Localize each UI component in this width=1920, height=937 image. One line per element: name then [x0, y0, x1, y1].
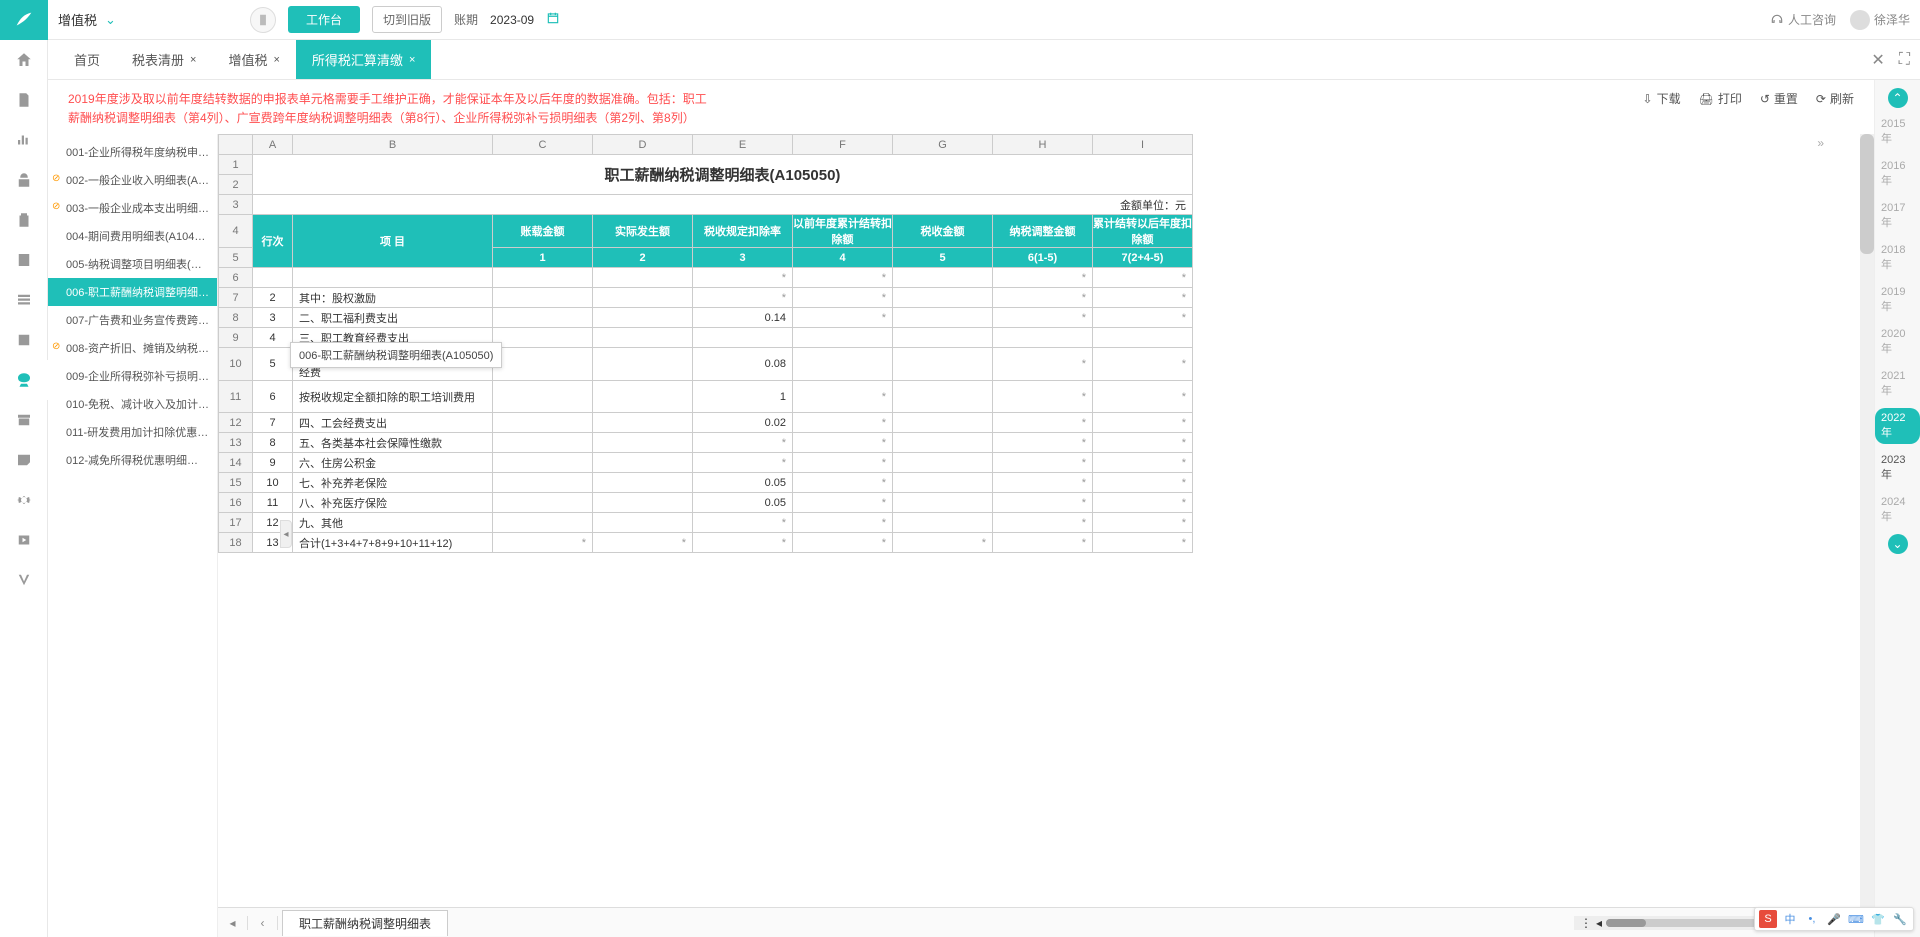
- period-label: 账期: [454, 11, 478, 28]
- nav-clipboard-icon[interactable]: [0, 200, 48, 240]
- tab-close-icon[interactable]: ×: [190, 54, 196, 66]
- tab-0[interactable]: 首页: [58, 40, 116, 79]
- form-list-item[interactable]: ⊘002-一般企业收入明细表(A…: [48, 166, 217, 194]
- form-list-item[interactable]: 005-纳税调整项目明细表(A1…: [48, 250, 217, 278]
- tab-1[interactable]: 税表清册×: [116, 40, 212, 79]
- ime-punct-icon[interactable]: •,: [1803, 910, 1821, 928]
- calendar-icon[interactable]: [546, 11, 560, 28]
- nav-settings-icon[interactable]: [0, 480, 48, 520]
- ime-keyboard-icon[interactable]: ⌨: [1847, 910, 1865, 928]
- nav-chart-icon[interactable]: [0, 120, 48, 160]
- nav-money-icon[interactable]: [0, 160, 48, 200]
- year-item[interactable]: 2015年: [1875, 114, 1920, 150]
- year-rail: ⌃ 2015年 2016年 2017年 2018年 2019年 2020年 2021年 202…: [1874, 80, 1920, 937]
- reset-button[interactable]: ↺ 重置: [1760, 90, 1798, 107]
- warn-icon: ⊘: [52, 173, 60, 184]
- notice-text: 2019年度涉及取以前年度结转数据的申报表单元格需要手工维护正确，才能保证本年及…: [68, 90, 708, 128]
- year-down-icon[interactable]: ⌄: [1888, 534, 1908, 554]
- year-item[interactable]: 2018年: [1875, 240, 1920, 276]
- download-button[interactable]: ⇩ 下载: [1643, 90, 1681, 107]
- year-item[interactable]: 2016年: [1875, 156, 1920, 192]
- tab-expand-icon[interactable]: ⛶: [1899, 51, 1910, 69]
- tooltip: 006-职工薪酬纳税调整明细表(A105050): [290, 342, 502, 368]
- year-item[interactable]: 2021年: [1875, 366, 1920, 402]
- form-list-item[interactable]: 009-企业所得税弥补亏损明…: [48, 362, 217, 390]
- ime-brand-icon[interactable]: S: [1759, 910, 1777, 928]
- sheet-tab[interactable]: 职工薪酬纳税调整明细表: [282, 910, 448, 936]
- nav-home-icon[interactable]: [0, 40, 48, 80]
- form-list-item[interactable]: 007-广告费和业务宣传费跨…: [48, 306, 217, 334]
- spreadsheet[interactable]: ABCDEFGHI1职工薪酬纳税调整明细表(A105050)23金额单位：元4行…: [218, 134, 1874, 907]
- workbench-button[interactable]: 工作台: [288, 6, 360, 33]
- nav-doc-icon[interactable]: [0, 80, 48, 120]
- form-list-item[interactable]: 011-研发费用加计扣除优惠…: [48, 418, 217, 446]
- switch-old-button[interactable]: 切到旧版: [372, 6, 442, 33]
- nav-report-icon[interactable]: [0, 240, 48, 280]
- topbar: 增值税 ⌄ 工作台 切到旧版 账期 2023-09 人工咨询 徐泽华: [48, 0, 1920, 40]
- chevron-down-icon: ⌄: [105, 12, 116, 28]
- warn-icon: ⊘: [52, 201, 60, 212]
- nav-archive-icon[interactable]: [0, 400, 48, 440]
- refresh-button[interactable]: ⟳ 刷新: [1816, 90, 1854, 107]
- year-up-icon[interactable]: ⌃: [1888, 88, 1908, 108]
- year-item[interactable]: 2020年: [1875, 324, 1920, 360]
- period-value[interactable]: 2023-09: [490, 13, 534, 27]
- form-list-item[interactable]: ⊘008-资产折旧、摊销及纳税…: [48, 334, 217, 362]
- sheet-footer: ◂ ‹ 职工薪酬纳税调整明细表 ⋮ ◂ ▸: [218, 907, 1874, 937]
- consult-link[interactable]: 人工咨询: [1770, 11, 1836, 28]
- warn-icon: ⊘: [52, 341, 60, 352]
- nav-calendar-icon[interactable]: [0, 320, 48, 360]
- ime-tool-icon[interactable]: 🔧: [1891, 910, 1909, 928]
- ime-skin-icon[interactable]: 👕: [1869, 910, 1887, 928]
- sidebar-left: [0, 0, 48, 937]
- account-selector[interactable]: 增值税 ⌄: [58, 10, 238, 29]
- year-item[interactable]: 2017年: [1875, 198, 1920, 234]
- form-list: 001-企业所得税年度纳税申…⊘002-一般企业收入明细表(A…⊘003-一般企…: [48, 134, 218, 937]
- year-item[interactable]: 2022年: [1875, 408, 1920, 444]
- tab-close-icon[interactable]: ×: [273, 54, 279, 66]
- tab-close-icon[interactable]: ×: [409, 54, 415, 66]
- year-item[interactable]: 2024年: [1875, 492, 1920, 528]
- round-doc-button[interactable]: [250, 7, 276, 33]
- year-item[interactable]: 2023年: [1875, 450, 1920, 486]
- form-list-item[interactable]: 006-职工薪酬纳税调整明细…: [48, 278, 217, 306]
- nav-abacus-icon[interactable]: [0, 280, 48, 320]
- nav-tax-icon[interactable]: [0, 360, 48, 400]
- form-list-item[interactable]: 004-期间费用明细表(A1040…: [48, 222, 217, 250]
- ime-lang-icon[interactable]: 中: [1781, 910, 1799, 928]
- scroll-menu-icon[interactable]: ⋮: [1580, 916, 1592, 930]
- account-name: 增值税: [58, 10, 97, 29]
- print-button[interactable]: 🖨 打印: [1699, 90, 1742, 107]
- form-list-item[interactable]: 001-企业所得税年度纳税申…: [48, 138, 217, 166]
- nav-v-icon[interactable]: [0, 560, 48, 600]
- tab-close-all-icon[interactable]: ✕: [1871, 50, 1884, 70]
- tab-2[interactable]: 增值税×: [212, 40, 295, 79]
- year-item[interactable]: 2019年: [1875, 282, 1920, 318]
- vertical-scrollbar[interactable]: [1860, 134, 1874, 907]
- sheet-nav-first[interactable]: ◂: [218, 916, 248, 930]
- form-list-item[interactable]: 012-减免所得税优惠明细表(…: [48, 446, 217, 474]
- tab-3[interactable]: 所得税汇算清缴×: [296, 40, 431, 79]
- collapse-handle[interactable]: ◂: [280, 520, 292, 548]
- toolbar: ⇩ 下载 🖨 打印 ↺ 重置 ⟳ 刷新: [1643, 90, 1854, 107]
- app-logo[interactable]: [0, 0, 48, 40]
- form-list-item[interactable]: ⊘003-一般企业成本支出明细…: [48, 194, 217, 222]
- nav-video-icon[interactable]: [0, 520, 48, 560]
- form-list-item[interactable]: 010-免税、减计收入及加计…: [48, 390, 217, 418]
- sheet-nav-prev[interactable]: ‹: [248, 916, 278, 930]
- ime-bar[interactable]: S 中 •, 🎤 ⌨ 👕 🔧: [1754, 907, 1914, 931]
- tabbar: 首页税表清册×增值税×所得税汇算清缴× ✕ ⛶: [48, 40, 1920, 80]
- ime-mic-icon[interactable]: 🎤: [1825, 910, 1843, 928]
- user-menu[interactable]: 徐泽华: [1850, 10, 1910, 30]
- avatar-icon: [1850, 10, 1870, 30]
- nav-inbox-icon[interactable]: [0, 440, 48, 480]
